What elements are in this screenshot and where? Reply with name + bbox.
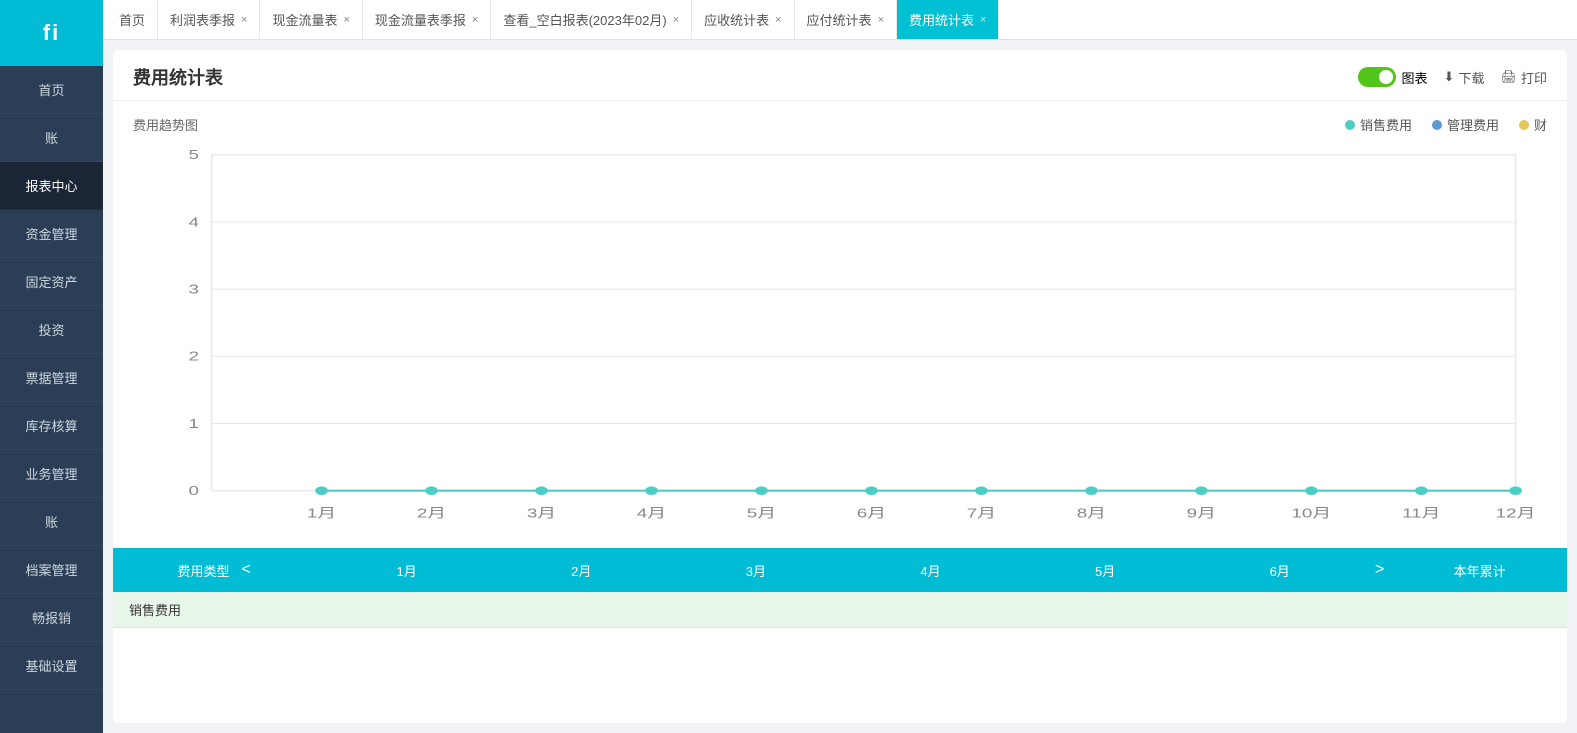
table-cell-ytd [1390, 602, 1567, 618]
svg-text:4月: 4月 [637, 507, 666, 521]
tab-expense[interactable]: 费用统计表 × [897, 0, 999, 39]
legend-label-mgmt: 管理费用 [1447, 115, 1499, 134]
legend-dot-sales [1345, 120, 1355, 130]
table-section: 费用类型 < 1月 2月 3月 4月 5月 6月 > 本年累计 销售费用 [113, 548, 1567, 628]
table-header-month6: 6月 [1192, 561, 1367, 580]
table-header-month4: 4月 [843, 561, 1018, 580]
svg-text:12月: 12月 [1496, 507, 1536, 521]
table-cell-m2 [507, 602, 684, 618]
legend-mgmt: 管理费用 [1432, 115, 1499, 134]
tab-close-profit[interactable]: × [241, 14, 247, 26]
print-icon: 🖨 [1500, 69, 1517, 85]
svg-text:2月: 2月 [417, 507, 446, 521]
svg-text:7月: 7月 [967, 507, 996, 521]
sidebar-item-home[interactable]: 首页 [0, 66, 103, 114]
svg-text:4: 4 [188, 215, 198, 229]
svg-text:2: 2 [188, 349, 198, 363]
sidebar-item-ledger[interactable]: 账 [0, 114, 103, 162]
chart-toggle-label: 图表 [1402, 68, 1428, 87]
svg-text:5月: 5月 [747, 507, 776, 521]
chart-legend: 销售费用 管理费用 财 [1345, 115, 1547, 134]
svg-text:5: 5 [188, 148, 198, 162]
svg-text:6月: 6月 [857, 507, 886, 521]
svg-text:11月: 11月 [1402, 507, 1440, 521]
main-area: 首页 利润表季报 × 现金流量表 × 现金流量表季报 × 查看_空白报表(202… [103, 0, 1577, 733]
table-cell-m6 [1214, 602, 1391, 618]
page-title: 费用统计表 [133, 64, 223, 90]
tab-cashflow[interactable]: 现金流量表 × [260, 0, 362, 39]
chart-header: 费用趋势图 销售费用 管理费用 财 [133, 115, 1547, 134]
chart-toggle[interactable] [1358, 67, 1396, 87]
tab-close-expense[interactable]: × [980, 14, 986, 26]
tab-home[interactable]: 首页 [107, 0, 158, 39]
print-button[interactable]: 🖨 打印 [1500, 68, 1547, 87]
tab-payable[interactable]: 应付统计表 × [795, 0, 897, 39]
svg-text:1: 1 [188, 417, 198, 431]
table-header-month1: 1月 [319, 561, 494, 580]
sidebar-item-sales[interactable]: 畅报销 [0, 594, 103, 642]
legend-sales: 销售费用 [1345, 115, 1412, 134]
chart-container: 5 4 3 2 1 0 1月 2月 3月 4月 5月 6月 7月 8月 9月 [133, 144, 1547, 534]
table-header-month3: 3月 [669, 561, 844, 580]
tab-profit[interactable]: 利润表季报 × [158, 0, 260, 39]
chart-toggle-wrap: 图表 [1358, 67, 1428, 87]
table-cell-m1 [330, 602, 507, 618]
sidebar-logo: fi [0, 0, 103, 66]
sidebar-item-report-center[interactable]: 报表中心 [0, 162, 103, 210]
line-chart-svg: 5 4 3 2 1 0 1月 2月 3月 4月 5月 6月 7月 8月 9月 [133, 144, 1547, 534]
sidebar-item-fixed-assets[interactable]: 固定资产 [0, 258, 103, 306]
table-cell-m4 [860, 602, 1037, 618]
svg-text:1月: 1月 [307, 507, 336, 521]
page-header: 费用统计表 图表 ⬇ 下载 🖨 打印 [113, 50, 1567, 101]
content-area: 费用统计表 图表 ⬇ 下载 🖨 打印 费用趋势图 [113, 50, 1567, 723]
svg-text:3月: 3月 [527, 507, 556, 521]
tab-blank-report[interactable]: 查看_空白报表(2023年02月) × [491, 0, 692, 39]
sidebar-item-accounts[interactable]: 账 [0, 498, 103, 546]
chart-title: 费用趋势图 [133, 115, 198, 134]
svg-text:8月: 8月 [1077, 507, 1106, 521]
tab-close-receivable[interactable]: × [775, 14, 781, 26]
sidebar-item-investment[interactable]: 投资 [0, 306, 103, 354]
tab-cashflow-quarter[interactable]: 现金流量表季报 × [363, 0, 491, 39]
legend-dot-finance [1519, 120, 1529, 130]
table-row: 销售费用 [113, 592, 1567, 628]
table-header-type: 费用类型 < [113, 561, 319, 580]
svg-text:10月: 10月 [1291, 507, 1331, 521]
sidebar-item-inventory[interactable]: 库存核算 [0, 402, 103, 450]
table-cell-type: 销售费用 [113, 592, 330, 627]
table-header-month2: 2月 [494, 561, 669, 580]
tab-close-blank-report[interactable]: × [673, 14, 679, 26]
legend-label-sales: 销售费用 [1360, 115, 1412, 134]
chart-section: 费用趋势图 销售费用 管理费用 财 [113, 101, 1567, 548]
sidebar-item-ticket-mgmt[interactable]: 票据管理 [0, 354, 103, 402]
svg-text:0: 0 [188, 484, 198, 498]
tab-bar: 首页 利润表季报 × 现金流量表 × 现金流量表季报 × 查看_空白报表(202… [103, 0, 1577, 40]
table-cell-m5 [1037, 602, 1214, 618]
table-header-ytd: 本年累计 [1392, 561, 1567, 580]
table-next-button[interactable]: > [1367, 561, 1392, 579]
header-actions: 图表 ⬇ 下载 🖨 打印 [1358, 67, 1547, 87]
tab-close-payable[interactable]: × [878, 14, 884, 26]
svg-text:9月: 9月 [1187, 507, 1216, 521]
legend-dot-mgmt [1432, 120, 1442, 130]
sidebar-item-archive[interactable]: 档案管理 [0, 546, 103, 594]
legend-finance: 财 [1519, 115, 1547, 134]
tab-close-cashflow-quarter[interactable]: × [472, 14, 478, 26]
sidebar-item-fund-mgmt[interactable]: 资金管理 [0, 210, 103, 258]
table-header-month5: 5月 [1018, 561, 1193, 580]
sidebar-item-settings[interactable]: 基础设置 [0, 642, 103, 690]
table-prev-button[interactable]: < [238, 561, 255, 579]
svg-text:3: 3 [188, 282, 198, 296]
download-icon: ⬇ [1444, 69, 1455, 85]
sidebar: fi 首页 账 报表中心 资金管理 固定资产 投资 票据管理 库存核算 业务管理… [0, 0, 103, 733]
tab-close-cashflow[interactable]: × [343, 14, 349, 26]
table-header-row: 费用类型 < 1月 2月 3月 4月 5月 6月 > 本年累计 [113, 548, 1567, 592]
tab-receivable[interactable]: 应收统计表 × [692, 0, 794, 39]
download-button[interactable]: ⬇ 下载 [1444, 68, 1485, 87]
legend-label-finance: 财 [1534, 115, 1547, 134]
sidebar-item-business-mgmt[interactable]: 业务管理 [0, 450, 103, 498]
table-cell-m3 [683, 602, 860, 618]
